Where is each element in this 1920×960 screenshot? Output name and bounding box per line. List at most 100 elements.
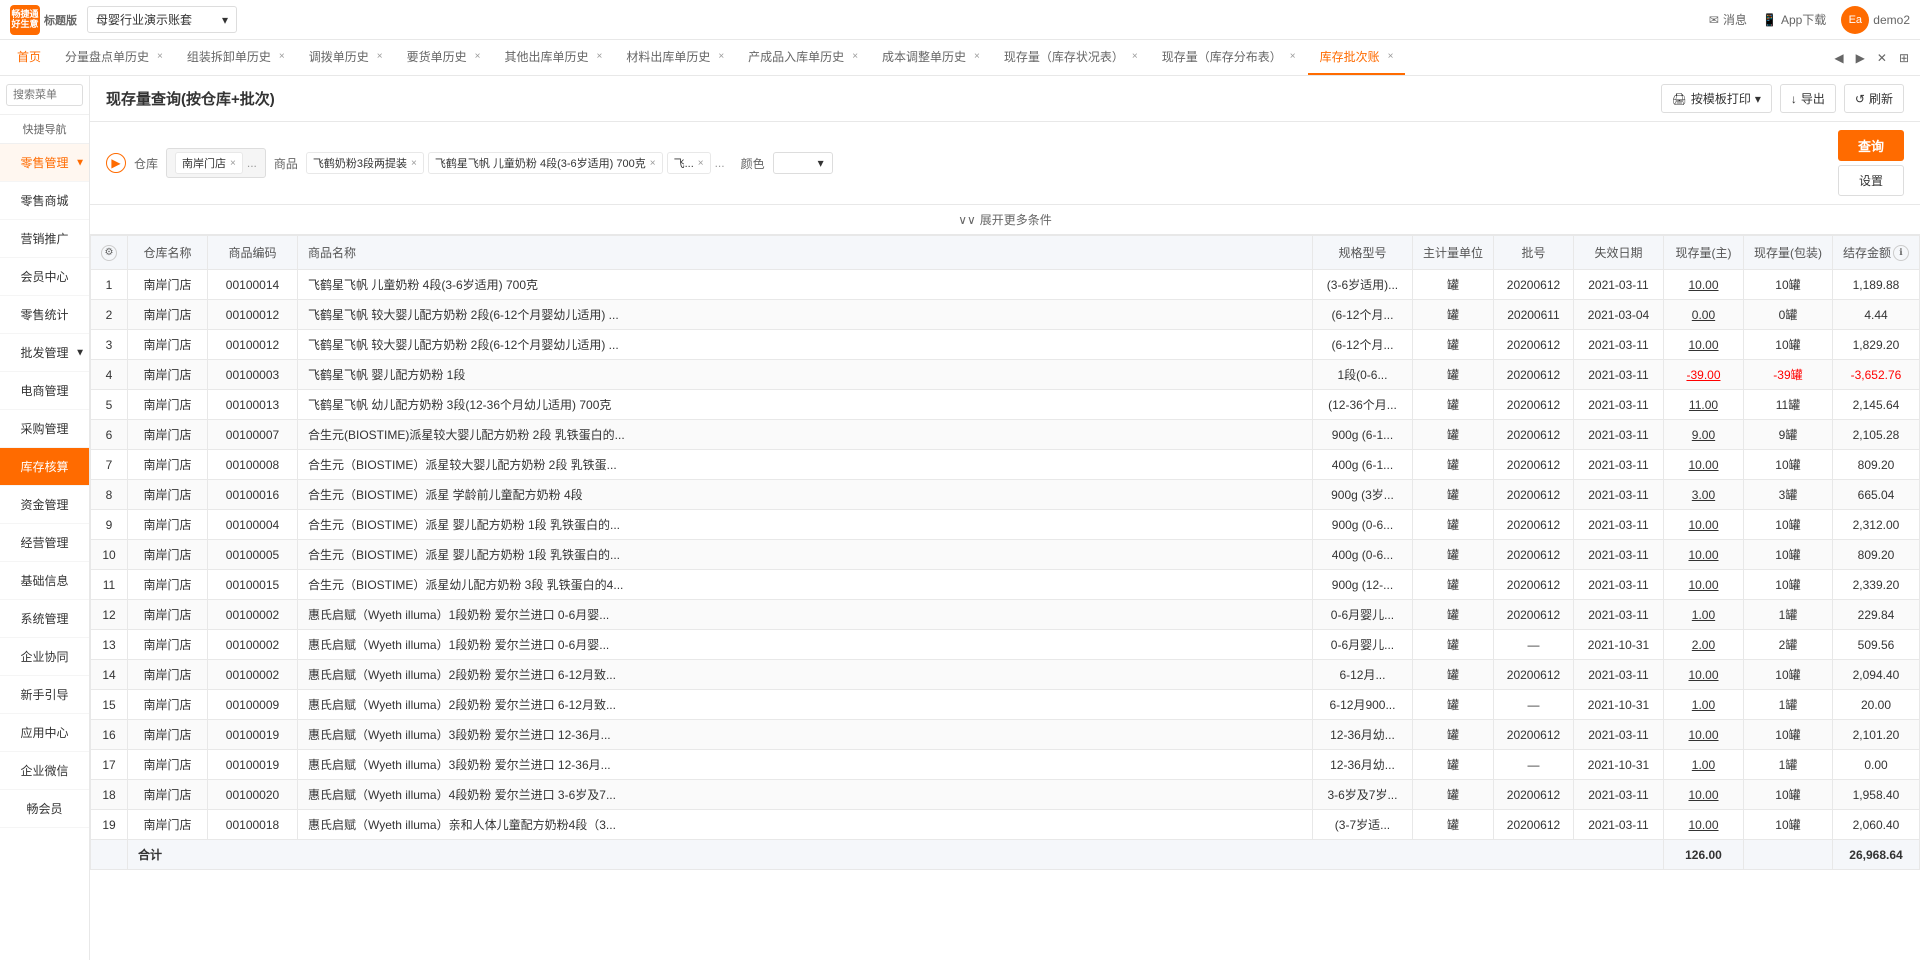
cell-no: 10 bbox=[91, 540, 128, 570]
sidebar-item-member2[interactable]: 畅会员 bbox=[0, 790, 89, 828]
cell-stock-main[interactable]: 3.00 bbox=[1663, 480, 1743, 510]
sidebar-item-guide[interactable]: 新手引导 bbox=[0, 676, 89, 714]
cell-expiry: 2021-03-11 bbox=[1573, 540, 1663, 570]
close-icon[interactable]: × bbox=[974, 51, 980, 62]
tab-diao-bo[interactable]: 调拨单历史 × bbox=[297, 41, 395, 75]
tab-stock-batch[interactable]: 库存批次账 × bbox=[1308, 41, 1406, 75]
more-products[interactable]: ... bbox=[715, 156, 725, 170]
sidebar-item-retail-shop[interactable]: 零售商城 bbox=[0, 182, 89, 220]
cell-stock-main[interactable]: 1.00 bbox=[1663, 600, 1743, 630]
cell-stock-main[interactable]: 1.00 bbox=[1663, 750, 1743, 780]
close-icon[interactable]: × bbox=[1132, 51, 1138, 62]
print-button[interactable]: 🖨 按模板打印 ▾ bbox=[1661, 84, 1772, 113]
more-warehouses[interactable]: ... bbox=[247, 156, 257, 170]
cell-stock-main[interactable]: 10.00 bbox=[1663, 660, 1743, 690]
cell-stock-main[interactable]: 9.00 bbox=[1663, 420, 1743, 450]
tab-next-icon[interactable]: ▶ bbox=[1850, 47, 1871, 69]
export-button[interactable]: ↓ 导出 bbox=[1780, 84, 1836, 113]
close-icon[interactable]: × bbox=[475, 51, 481, 62]
tab-cost-adjust[interactable]: 成本调整单历史 × bbox=[870, 41, 992, 75]
page-actions: 🖨 按模板打印 ▾ ↓ 导出 ↺ 刷新 bbox=[1661, 84, 1904, 113]
sidebar-item-retail-stats[interactable]: 零售统计 bbox=[0, 296, 89, 334]
cell-balance: 2,060.40 bbox=[1832, 810, 1919, 840]
cell-stock-main[interactable]: 10.00 bbox=[1663, 570, 1743, 600]
tab-prev-icon[interactable]: ◀ bbox=[1828, 47, 1849, 69]
settings-icon[interactable]: ⚙ bbox=[101, 245, 117, 261]
sidebar-item-purchase[interactable]: 采购管理 bbox=[0, 410, 89, 448]
tab-stock-status[interactable]: 现存量（库存状况表）× bbox=[992, 41, 1150, 75]
search-input[interactable] bbox=[6, 84, 83, 106]
remove-warehouse-tag[interactable]: × bbox=[230, 158, 236, 169]
refresh-button[interactable]: ↺ 刷新 bbox=[1844, 84, 1904, 113]
close-icon[interactable]: × bbox=[596, 51, 602, 62]
top-bar-right: ✉ 消息 📱 App下载 Ea demo2 bbox=[1709, 6, 1910, 34]
remove-product-tag-1[interactable]: × bbox=[411, 158, 417, 169]
remove-product-tag-2[interactable]: × bbox=[650, 158, 656, 169]
sidebar-item-system[interactable]: 系统管理 bbox=[0, 600, 89, 638]
cell-spec: (12-36个月... bbox=[1312, 390, 1412, 420]
close-icon[interactable]: × bbox=[279, 51, 285, 62]
app-download-button[interactable]: 📱 App下载 bbox=[1762, 11, 1826, 28]
close-icon[interactable]: × bbox=[157, 51, 163, 62]
cell-stock-main[interactable]: 10.00 bbox=[1663, 780, 1743, 810]
cell-stock-main[interactable]: 0.00 bbox=[1663, 300, 1743, 330]
cell-unit: 罐 bbox=[1412, 480, 1493, 510]
message-button[interactable]: ✉ 消息 bbox=[1709, 11, 1747, 28]
close-icon[interactable]: × bbox=[1290, 51, 1296, 62]
sidebar-item-marketing[interactable]: 营销推广 bbox=[0, 220, 89, 258]
cell-stock-main[interactable]: 10.00 bbox=[1663, 510, 1743, 540]
cell-stock-main[interactable]: 10.00 bbox=[1663, 540, 1743, 570]
tab-fen-pan[interactable]: 分量盘点单历史 × bbox=[53, 41, 175, 75]
sidebar-quick-nav[interactable]: 快捷导航 bbox=[0, 115, 89, 144]
close-icon[interactable]: × bbox=[377, 51, 383, 62]
search-button[interactable]: 查询 bbox=[1838, 130, 1904, 161]
color-filter-input[interactable]: ▾ bbox=[773, 152, 833, 174]
cell-stock-main[interactable]: 10.00 bbox=[1663, 810, 1743, 840]
cell-stock-main[interactable]: 10.00 bbox=[1663, 330, 1743, 360]
cell-spec: 6-12月... bbox=[1312, 660, 1412, 690]
sidebar-item-inventory[interactable]: 库存核算 bbox=[0, 448, 89, 486]
sidebar-item-member[interactable]: 会员中心 bbox=[0, 258, 89, 296]
cell-no: 5 bbox=[91, 390, 128, 420]
sidebar-item-operation[interactable]: 经营管理 bbox=[0, 524, 89, 562]
sidebar-search-container bbox=[0, 76, 89, 115]
sidebar-item-ecommerce[interactable]: 电商管理 bbox=[0, 372, 89, 410]
filter-expand-button[interactable]: ▶ bbox=[106, 153, 126, 173]
tab-stock-dist[interactable]: 现存量（库存分布表）× bbox=[1150, 41, 1308, 75]
tab-other-out[interactable]: 其他出库单历史 × bbox=[492, 41, 614, 75]
user-avatar[interactable]: Ea demo2 bbox=[1841, 6, 1910, 34]
close-icon[interactable]: × bbox=[718, 51, 724, 62]
tab-product-in[interactable]: 产成品入库单历史 × bbox=[736, 41, 870, 75]
tab-zu-chai[interactable]: 组装拆卸单历史 × bbox=[175, 41, 297, 75]
sidebar-item-enterprise[interactable]: 企业协同 bbox=[0, 638, 89, 676]
tab-material-out[interactable]: 材料出库单历史 × bbox=[614, 41, 736, 75]
cell-stock-main[interactable]: 10.00 bbox=[1663, 720, 1743, 750]
tab-home[interactable]: 首页 bbox=[5, 41, 53, 75]
account-selector[interactable]: 母婴行业演示账套 ▾ bbox=[87, 6, 237, 33]
sidebar-item-basic-info[interactable]: 基础信息 bbox=[0, 562, 89, 600]
cell-stock-main[interactable]: 11.00 bbox=[1663, 390, 1743, 420]
cell-stock-main[interactable]: 1.00 bbox=[1663, 690, 1743, 720]
sidebar-item-retail-mgmt[interactable]: 零售管理▼ bbox=[0, 144, 89, 182]
close-all-tabs-icon[interactable]: ✕ bbox=[1871, 47, 1893, 69]
info-icon[interactable]: ℹ bbox=[1893, 245, 1909, 261]
sidebar-item-app-center[interactable]: 应用中心 bbox=[0, 714, 89, 752]
sidebar-item-wholesale[interactable]: 批发管理▼ bbox=[0, 334, 89, 372]
th-settings[interactable]: ⚙ bbox=[91, 236, 128, 270]
tab-yao-huo[interactable]: 要货单历史 × bbox=[395, 41, 493, 75]
product-filter-tags: 飞鹤奶粉3段两提装 × 飞鹤星飞帆 儿童奶粉 4段(3-6岁适用) 700克 ×… bbox=[306, 152, 725, 174]
remove-product-tag-3[interactable]: × bbox=[698, 158, 704, 169]
expand-more-button[interactable]: ∨∨ 展开更多条件 bbox=[90, 205, 1920, 235]
close-icon[interactable]: × bbox=[852, 51, 858, 62]
maximize-icon[interactable]: ⊞ bbox=[1893, 47, 1915, 69]
cell-stock-main[interactable]: 10.00 bbox=[1663, 270, 1743, 300]
cell-stock-main[interactable]: 10.00 bbox=[1663, 450, 1743, 480]
cell-warehouse: 南岸门店 bbox=[128, 480, 208, 510]
close-icon[interactable]: × bbox=[1388, 51, 1394, 62]
setting-button[interactable]: 设置 bbox=[1838, 165, 1904, 196]
cell-stock-main[interactable]: -39.00 bbox=[1663, 360, 1743, 390]
cell-unit: 罐 bbox=[1412, 330, 1493, 360]
sidebar-item-wechat[interactable]: 企业微信 bbox=[0, 752, 89, 790]
cell-stock-main[interactable]: 2.00 bbox=[1663, 630, 1743, 660]
sidebar-item-finance[interactable]: 资金管理 bbox=[0, 486, 89, 524]
